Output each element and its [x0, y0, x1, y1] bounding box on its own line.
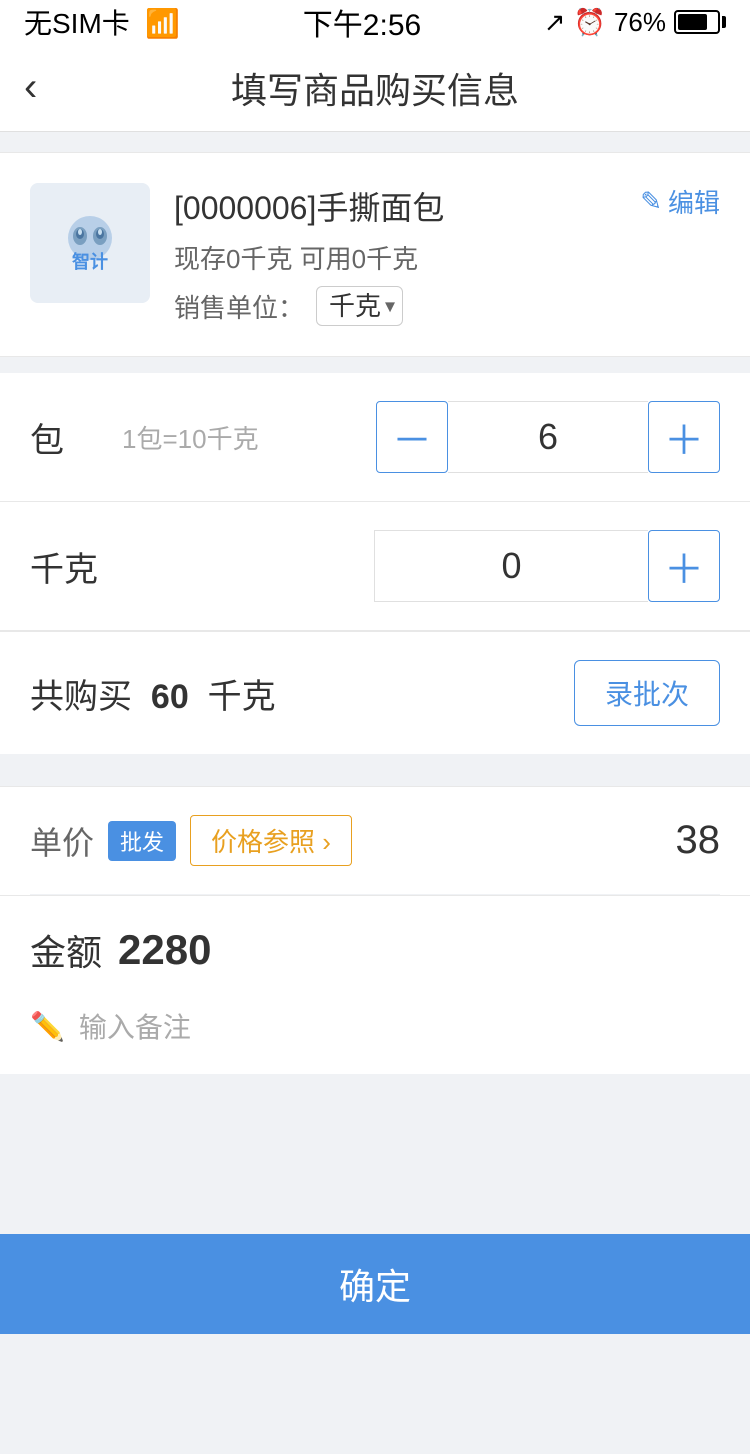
- bao-decrement-button[interactable]: －: [376, 401, 448, 473]
- note-icon: ✏️: [30, 1010, 65, 1043]
- edit-icon: ✎: [640, 186, 662, 217]
- product-card: 智计 [0000006]手撕面包 ✎ 编辑 现存0千克 可用0千克 销售单位： …: [0, 152, 750, 357]
- edit-button[interactable]: ✎ 编辑: [640, 183, 720, 220]
- unit-select[interactable]: 千克: [316, 286, 403, 326]
- product-info: [0000006]手撕面包 ✎ 编辑 现存0千克 可用0千克 销售单位： 千克: [174, 183, 720, 326]
- unit-selector[interactable]: 千克: [316, 286, 403, 326]
- product-unit: 销售单位： 千克: [174, 286, 720, 326]
- total-amount: 60: [151, 678, 189, 716]
- confirm-bar[interactable]: 确定: [0, 1234, 750, 1334]
- status-right: ↗ ⏰ 76%: [544, 7, 726, 38]
- total-row: 共购买 60 千克 录批次: [0, 631, 750, 754]
- price-label-text: 单价: [30, 818, 94, 864]
- amount-label: 金额: [30, 924, 102, 976]
- note-row[interactable]: ✏️ 输入备注: [30, 996, 720, 1046]
- back-button[interactable]: ‹: [24, 65, 37, 110]
- product-logo-icon: 智计: [55, 208, 125, 278]
- total-text: 共购买 60 千克: [30, 669, 276, 718]
- nav-bar: ‹ 填写商品购买信息: [0, 44, 750, 132]
- separator-1: [0, 357, 750, 373]
- alarm-icon: ⏰: [574, 7, 606, 38]
- kilogram-row: 千克 ＋: [0, 502, 750, 631]
- price-label: 单价 批发 价格参照 ›: [30, 815, 352, 866]
- product-image: 智计: [30, 183, 150, 303]
- price-section: 单价 批发 价格参照 › 38: [0, 786, 750, 896]
- status-time: 下午2:56: [303, 0, 421, 44]
- amount-row: 金额 2280: [30, 924, 720, 976]
- bao-row: 包 1包=10千克 － ＋: [0, 373, 750, 502]
- amount-section: 金额 2280 ✏️ 输入备注: [0, 896, 750, 1074]
- total-prefix: 共购买: [30, 678, 132, 716]
- bao-qty-control: － ＋: [376, 401, 720, 473]
- bao-hint: 1包=10千克: [122, 419, 376, 456]
- bao-section: 包 1包=10千克 － ＋ 千克 ＋: [0, 373, 750, 631]
- separator-2: [0, 754, 750, 770]
- edit-label: 编辑: [668, 183, 720, 220]
- bao-increment-button[interactable]: ＋: [648, 401, 720, 473]
- bao-label: 包: [30, 413, 110, 462]
- product-stock: 现存0千克 可用0千克: [174, 239, 720, 276]
- price-row: 单价 批发 价格参照 › 38: [30, 815, 720, 895]
- carrier-text: 无SIM卡 📶: [24, 2, 180, 42]
- note-placeholder: 输入备注: [79, 1006, 191, 1046]
- product-name: [0000006]手撕面包: [174, 183, 444, 229]
- battery-percent: 76%: [614, 7, 666, 38]
- status-left: 无SIM卡 📶: [24, 2, 180, 42]
- kilogram-qty-input[interactable]: [374, 530, 648, 602]
- price-value: 38: [676, 818, 721, 863]
- page-title: 填写商品购买信息: [231, 62, 519, 114]
- kilogram-label: 千克: [30, 542, 110, 591]
- confirm-text: 确定: [339, 1258, 411, 1310]
- status-bar: 无SIM卡 📶 下午2:56 ↗ ⏰ 76%: [0, 0, 750, 44]
- kilogram-qty-control: ＋: [374, 530, 720, 602]
- bao-qty-input[interactable]: [448, 401, 648, 473]
- location-icon: ↗: [544, 7, 566, 38]
- kilogram-increment-button[interactable]: ＋: [648, 530, 720, 602]
- battery-icon: [674, 10, 726, 34]
- batch-button[interactable]: 录批次: [574, 660, 720, 726]
- price-badge: 批发: [108, 821, 176, 861]
- unit-label: 销售单位：: [174, 288, 304, 325]
- amount-value: 2280: [118, 926, 211, 974]
- total-suffix: 千克: [208, 678, 276, 716]
- price-ref-button[interactable]: 价格参照 ›: [190, 815, 352, 866]
- svg-text:智计: 智计: [72, 251, 108, 272]
